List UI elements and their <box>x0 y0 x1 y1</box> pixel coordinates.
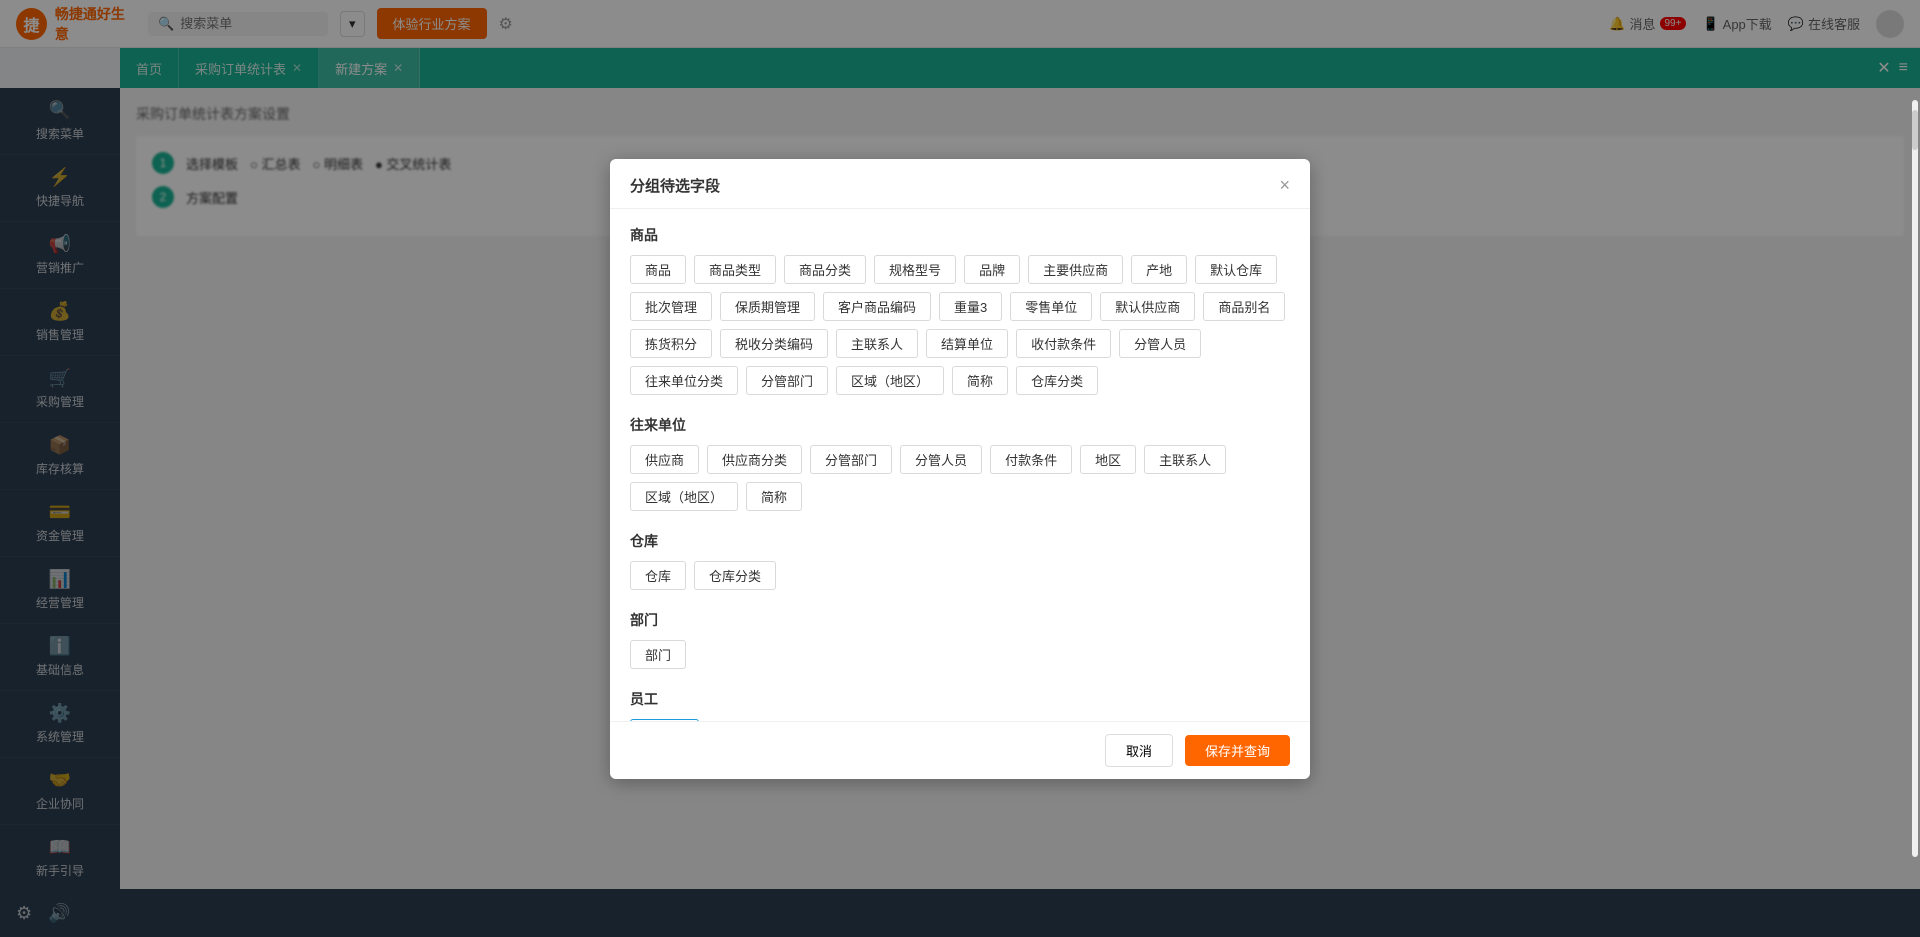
field-tag-batch-mgmt[interactable]: 批次管理 <box>630 292 712 321</box>
section-employee-title: 员工 <box>630 689 1290 709</box>
modal-body[interactable]: 商品 商品 商品类型 商品分类 规格型号 品牌 主要供应商 产地 默认仓库 批次… <box>610 209 1310 721</box>
field-tag-supplier-category[interactable]: 供应商分类 <box>707 445 802 474</box>
section-goods-tags: 商品 商品类型 商品分类 规格型号 品牌 主要供应商 产地 默认仓库 批次管理 … <box>630 255 1290 395</box>
field-tag-goods-category[interactable]: 商品分类 <box>784 255 866 284</box>
field-tag-goods-type[interactable]: 商品类型 <box>694 255 776 284</box>
field-tag-main-contact[interactable]: 主联系人 <box>836 329 918 358</box>
section-partner: 往来单位 供应商 供应商分类 分管部门 分管人员 付款条件 地区 主联系人 区域… <box>630 415 1290 511</box>
field-tag-goods-alias[interactable]: 商品别名 <box>1203 292 1285 321</box>
field-tag-partner-category[interactable]: 往来单位分类 <box>630 366 738 395</box>
section-warehouse-title: 仓库 <box>630 531 1290 551</box>
section-department-title: 部门 <box>630 610 1290 630</box>
section-warehouse-tags: 仓库 仓库分类 <box>630 561 1290 590</box>
section-warehouse: 仓库 仓库 仓库分类 <box>630 531 1290 590</box>
field-tag-settle-unit[interactable]: 结算单位 <box>926 329 1008 358</box>
modal-footer: 取消 保存并查询 <box>610 721 1310 779</box>
field-tag-customer-code[interactable]: 客户商品编码 <box>823 292 931 321</box>
section-goods: 商品 商品 商品类型 商品分类 规格型号 品牌 主要供应商 产地 默认仓库 批次… <box>630 225 1290 395</box>
field-tag-district[interactable]: 地区 <box>1080 445 1136 474</box>
modal-close-button[interactable]: × <box>1279 175 1290 196</box>
modal-title: 分组待选字段 <box>630 175 720 196</box>
field-tag-supplier[interactable]: 供应商 <box>630 445 699 474</box>
section-partner-tags: 供应商 供应商分类 分管部门 分管人员 付款条件 地区 主联系人 区域（地区） … <box>630 445 1290 511</box>
field-tag-partner-contact[interactable]: 主联系人 <box>1144 445 1226 474</box>
field-tag-short-name[interactable]: 简称 <box>952 366 1008 395</box>
section-employee: 员工 业务员 <box>630 689 1290 721</box>
section-department: 部门 部门 <box>630 610 1290 669</box>
scrollbar-thumb <box>1912 110 1918 150</box>
field-tag-pick-points[interactable]: 拣货积分 <box>630 329 712 358</box>
field-tag-shelf-life-mgmt[interactable]: 保质期管理 <box>720 292 815 321</box>
field-tag-goods[interactable]: 商品 <box>630 255 686 284</box>
field-tag-partner-region[interactable]: 区域（地区） <box>630 482 738 511</box>
field-tag-partner-dept[interactable]: 分管部门 <box>810 445 892 474</box>
cancel-button[interactable]: 取消 <box>1105 734 1173 767</box>
field-tag-dept-charge[interactable]: 分管部门 <box>746 366 828 395</box>
field-tag-payment-cond[interactable]: 付款条件 <box>990 445 1072 474</box>
field-tag-warehouse[interactable]: 仓库 <box>630 561 686 590</box>
field-tag-partner-person[interactable]: 分管人员 <box>900 445 982 474</box>
field-tag-warehouse-cat[interactable]: 仓库分类 <box>694 561 776 590</box>
section-partner-title: 往来单位 <box>630 415 1290 435</box>
field-tag-origin[interactable]: 产地 <box>1131 255 1187 284</box>
confirm-button[interactable]: 保存并查询 <box>1185 735 1290 766</box>
field-tag-brand[interactable]: 品牌 <box>964 255 1020 284</box>
modal-overlay: 分组待选字段 × 商品 商品 商品类型 商品分类 规格型号 品牌 主要供应商 产… <box>0 0 1920 937</box>
modal-scrollbar[interactable] <box>1912 100 1918 857</box>
field-tag-default-warehouse[interactable]: 默认仓库 <box>1195 255 1277 284</box>
field-tag-payment-terms[interactable]: 收付款条件 <box>1016 329 1111 358</box>
field-tag-partner-short[interactable]: 简称 <box>746 482 802 511</box>
field-tag-weight3[interactable]: 重量3 <box>939 292 1002 321</box>
field-tag-person-charge[interactable]: 分管人员 <box>1119 329 1201 358</box>
field-tag-warehouse-category[interactable]: 仓库分类 <box>1016 366 1098 395</box>
field-tag-retail-unit[interactable]: 零售单位 <box>1010 292 1092 321</box>
field-tag-spec-model[interactable]: 规格型号 <box>874 255 956 284</box>
field-tag-department[interactable]: 部门 <box>630 640 686 669</box>
field-tag-main-supplier[interactable]: 主要供应商 <box>1028 255 1123 284</box>
section-department-tags: 部门 <box>630 640 1290 669</box>
modal-header: 分组待选字段 × <box>610 159 1310 209</box>
field-tag-default-supplier[interactable]: 默认供应商 <box>1100 292 1195 321</box>
field-tag-tax-code[interactable]: 税收分类编码 <box>720 329 828 358</box>
field-selection-modal: 分组待选字段 × 商品 商品 商品类型 商品分类 规格型号 品牌 主要供应商 产… <box>610 159 1310 779</box>
field-tag-region[interactable]: 区域（地区） <box>836 366 944 395</box>
section-goods-title: 商品 <box>630 225 1290 245</box>
